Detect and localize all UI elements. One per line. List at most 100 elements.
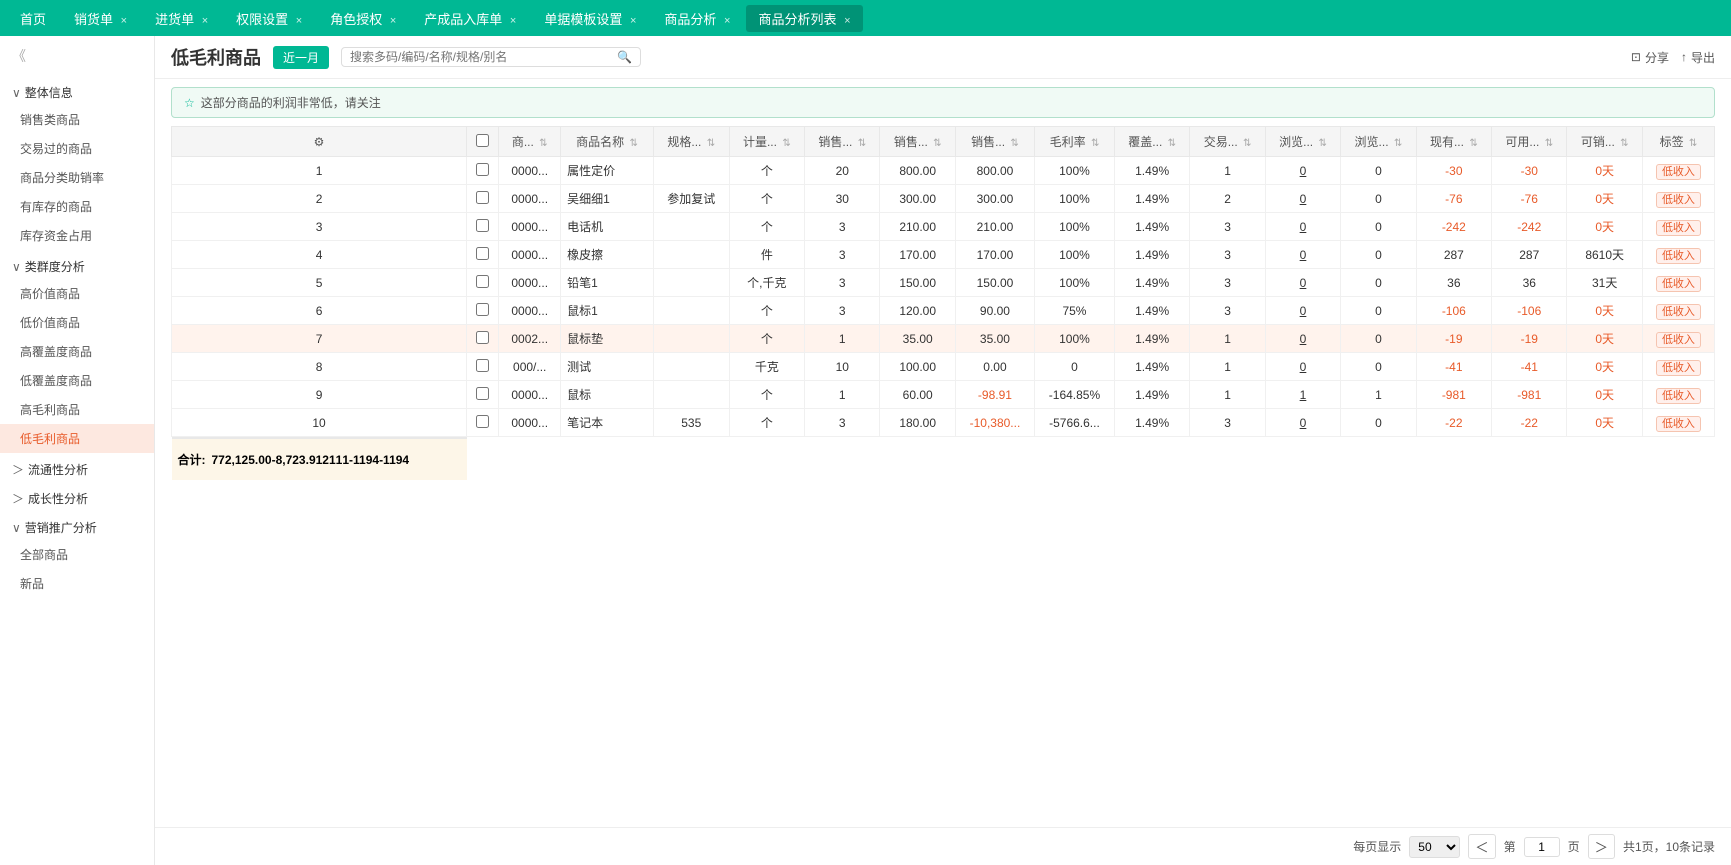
sidebar-group-growth[interactable]: ＞ 成长性分析	[0, 482, 154, 511]
col-sales-qty[interactable]: 销售... ⇅	[805, 127, 880, 157]
col-name[interactable]: 商品名称 ⇅	[561, 127, 654, 157]
close-icon[interactable]: ×	[296, 15, 302, 27]
row-browse1[interactable]: 0	[1265, 325, 1340, 353]
row-checkbox-input[interactable]	[476, 275, 489, 288]
nav-item-purchase[interactable]: 进货单 ×	[143, 5, 220, 32]
row-browse1[interactable]: 0	[1265, 297, 1340, 325]
nav-item-home[interactable]: 首页	[8, 5, 58, 32]
row-current-stock: -22	[1416, 409, 1491, 437]
period-button[interactable]: 近一月	[273, 46, 329, 69]
row-name: 吴细细1	[561, 185, 654, 213]
nav-item-permissions[interactable]: 权限设置 ×	[224, 5, 314, 32]
export-button[interactable]: ↑ 导出	[1681, 49, 1715, 66]
row-checkbox-input[interactable]	[476, 191, 489, 204]
row-browse1[interactable]: 1	[1265, 381, 1340, 409]
close-icon[interactable]: ×	[630, 15, 636, 27]
select-all-checkbox[interactable]	[476, 134, 489, 147]
nav-item-sales[interactable]: 销货单 ×	[62, 5, 139, 32]
col-coverage[interactable]: 覆盖... ⇅	[1114, 127, 1189, 157]
sidebar-item-traded-goods[interactable]: 交易过的商品	[0, 134, 154, 163]
col-sales-price[interactable]: 销售... ⇅	[880, 127, 955, 157]
row-checkbox[interactable]	[467, 213, 499, 241]
sidebar-item-capital[interactable]: 库存资金占用	[0, 221, 154, 250]
per-page-select[interactable]: 50 10 20 100	[1409, 836, 1460, 858]
sidebar-item-new-goods[interactable]: 新品	[0, 569, 154, 598]
close-icon[interactable]: ×	[724, 15, 730, 27]
row-checkbox[interactable]	[467, 241, 499, 269]
sidebar-group-cluster[interactable]: ∨ 类群度分析	[0, 250, 154, 279]
nav-item-inventory[interactable]: 产成品入库单 ×	[412, 5, 528, 32]
col-available[interactable]: 可用... ⇅	[1492, 127, 1567, 157]
row-browse1[interactable]: 0	[1265, 241, 1340, 269]
row-browse1[interactable]: 0	[1265, 157, 1340, 185]
col-gross-rate[interactable]: 毛利率 ⇅	[1035, 127, 1115, 157]
close-icon[interactable]: ×	[121, 15, 127, 27]
col-browse2[interactable]: 浏览... ⇅	[1341, 127, 1416, 157]
sidebar-item-low-value[interactable]: 低价值商品	[0, 308, 154, 337]
row-checkbox-input[interactable]	[476, 415, 489, 428]
close-icon[interactable]: ×	[202, 15, 208, 27]
row-checkbox-input[interactable]	[476, 247, 489, 260]
next-page-btn[interactable]: ＞	[1588, 834, 1615, 859]
col-tag[interactable]: 标签 ⇅	[1642, 127, 1714, 157]
tag-badge: 低收入	[1656, 360, 1701, 376]
sidebar-group-overall[interactable]: ∨ 整体信息	[0, 76, 154, 105]
nav-item-roles[interactable]: 角色授权 ×	[318, 5, 408, 32]
row-checkbox[interactable]	[467, 381, 499, 409]
col-trade[interactable]: 交易... ⇅	[1190, 127, 1265, 157]
sidebar-item-high-profit[interactable]: 高毛利商品	[0, 395, 154, 424]
search-input[interactable]	[350, 50, 613, 64]
col-settings[interactable]: ⚙	[172, 127, 467, 157]
row-checkbox[interactable]	[467, 157, 499, 185]
sidebar-item-all-goods[interactable]: 全部商品	[0, 540, 154, 569]
col-sellable[interactable]: 可销... ⇅	[1567, 127, 1642, 157]
row-checkbox-input[interactable]	[476, 303, 489, 316]
sidebar-group-marketing[interactable]: ∨ 营销推广分析	[0, 511, 154, 540]
col-spec[interactable]: 规格... ⇅	[653, 127, 729, 157]
row-checkbox[interactable]	[467, 269, 499, 297]
row-checkbox-input[interactable]	[476, 219, 489, 232]
search-box[interactable]: 🔍	[341, 47, 641, 67]
row-checkbox-input[interactable]	[476, 387, 489, 400]
row-checkbox[interactable]	[467, 353, 499, 381]
sidebar-group-flow[interactable]: ＞ 流通性分析	[0, 453, 154, 482]
row-checkbox-input[interactable]	[476, 359, 489, 372]
nav-item-templates[interactable]: 单据模板设置 ×	[532, 5, 648, 32]
row-checkbox[interactable]	[467, 325, 499, 353]
row-browse1[interactable]: 0	[1265, 353, 1340, 381]
share-button[interactable]: ⊡ 分享	[1631, 49, 1669, 66]
prev-page-btn[interactable]: ＜	[1468, 834, 1495, 859]
close-icon[interactable]: ×	[390, 15, 396, 27]
row-sellable: 0天	[1567, 409, 1642, 437]
row-checkbox-input[interactable]	[476, 163, 489, 176]
row-checkbox[interactable]	[467, 409, 499, 437]
col-unit[interactable]: 计量... ⇅	[729, 127, 804, 157]
row-checkbox-input[interactable]	[476, 331, 489, 344]
collapse-sidebar-btn[interactable]: 《	[8, 42, 30, 70]
close-icon[interactable]: ×	[510, 15, 516, 27]
sidebar-item-category-rate[interactable]: 商品分类助销率	[0, 163, 154, 192]
search-icon[interactable]: 🔍	[617, 50, 632, 64]
row-browse1[interactable]: 0	[1265, 213, 1340, 241]
row-browse1[interactable]: 0	[1265, 269, 1340, 297]
close-icon[interactable]: ×	[844, 15, 850, 27]
row-checkbox[interactable]	[467, 297, 499, 325]
col-current-stock[interactable]: 现有... ⇅	[1416, 127, 1491, 157]
row-browse1[interactable]: 0	[1265, 409, 1340, 437]
sidebar-item-high-coverage[interactable]: 高覆盖度商品	[0, 337, 154, 366]
col-sales-amount[interactable]: 销售... ⇅	[955, 127, 1034, 157]
col-code[interactable]: 商... ⇅	[499, 127, 561, 157]
sidebar-item-high-value[interactable]: 高价值商品	[0, 279, 154, 308]
sidebar-item-sales-goods[interactable]: 销售类商品	[0, 105, 154, 134]
sidebar-item-low-profit[interactable]: 低毛利商品	[0, 424, 154, 453]
sidebar-item-low-coverage[interactable]: 低覆盖度商品	[0, 366, 154, 395]
page-input[interactable]	[1524, 837, 1560, 857]
row-browse1[interactable]: 0	[1265, 185, 1340, 213]
sidebar-item-in-stock[interactable]: 有库存的商品	[0, 192, 154, 221]
row-checkbox[interactable]	[467, 185, 499, 213]
nav-item-analysis-list[interactable]: 商品分析列表 ×	[746, 5, 862, 32]
col-checkbox[interactable]	[467, 127, 499, 157]
col-browse1[interactable]: 浏览... ⇅	[1265, 127, 1340, 157]
main-table: ⚙ 商... ⇅ 商品名称 ⇅ 规格... ⇅ 计量... ⇅ 销售... ⇅ …	[171, 126, 1715, 480]
nav-item-analysis[interactable]: 商品分析 ×	[652, 5, 742, 32]
